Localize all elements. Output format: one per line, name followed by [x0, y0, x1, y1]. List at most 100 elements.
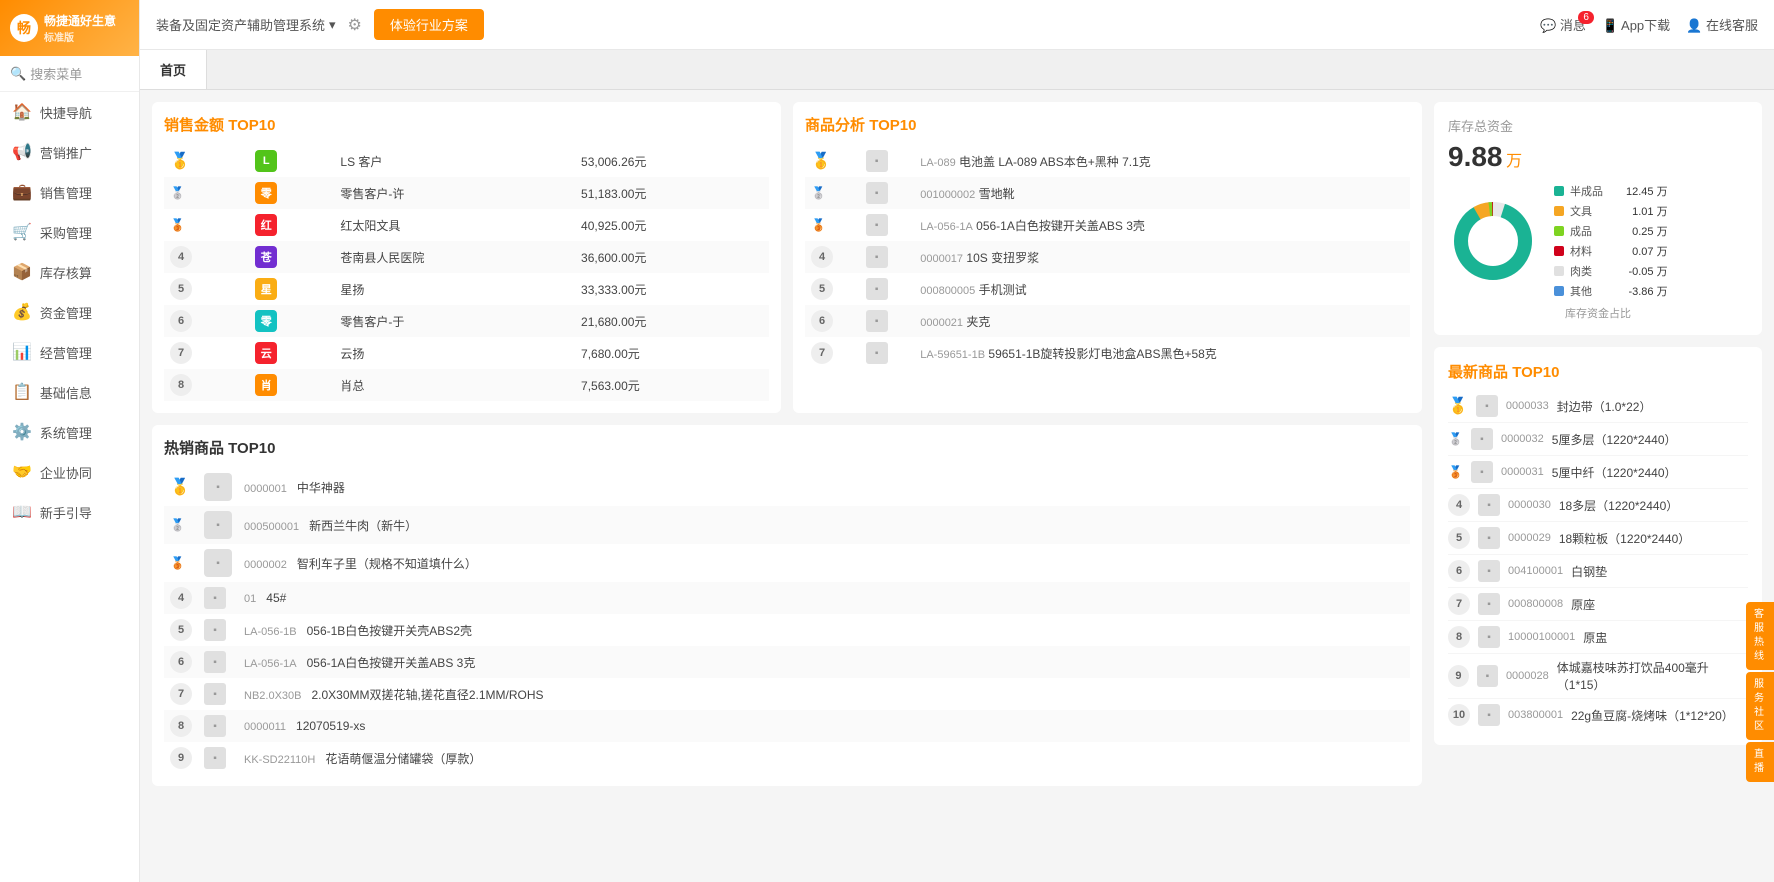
product-code: 0000033	[1506, 400, 1549, 412]
legend-value: 12.45 万	[1626, 183, 1668, 199]
customer-service-button[interactable]: 客服热线	[1746, 602, 1774, 670]
sidebar: 畅 畅捷通好生意 标准版 🔍 搜索菜单 🏠 快捷导航 📢 营销推广 💼 销售管理…	[0, 0, 140, 882]
product-thumb: ▪	[1478, 560, 1500, 582]
customer-amount: 7,563.00元	[575, 369, 769, 401]
system-selector[interactable]: 装备及固定资产辅助管理系统 ▾	[156, 15, 336, 34]
customer-amount: 53,006.26元	[575, 145, 769, 177]
product-code: 0000002	[244, 559, 287, 571]
service-community-button[interactable]: 服务社区	[1746, 672, 1774, 740]
rank-badge: 6	[1448, 560, 1470, 582]
product-code: LA-089	[920, 157, 955, 169]
avatar: L	[255, 150, 277, 172]
legend-value: 0.07 万	[1632, 243, 1667, 259]
table-row: 7 ▪ LA-59651-1B 59651-1B旋转投影灯电池盒ABS黑色+58…	[805, 337, 1410, 369]
list-item: 🥉 ▪ 0000031 5厘中纤（1220*2440）	[1448, 456, 1748, 489]
legend-label: 材料	[1570, 243, 1620, 259]
sidebar-search[interactable]: 🔍 搜索菜单	[0, 56, 139, 92]
product-thumb: ▪	[204, 473, 232, 501]
inventory-icon: 📦	[12, 262, 32, 282]
sidebar-item-cooperation[interactable]: 🤝 企业协同	[0, 452, 139, 492]
trial-button[interactable]: 体验行业方案	[374, 9, 484, 40]
product-code: 000800005	[920, 285, 975, 297]
table-row: 5 ▪ LA-056-1B 056-1B白色按键开关壳ABS2壳	[164, 614, 1410, 646]
sidebar-item-operations[interactable]: 📊 经营管理	[0, 332, 139, 372]
product-name: 59651-1B旋转投影灯电池盒ABS黑色+58克	[988, 347, 1216, 361]
marketing-icon: 📢	[12, 142, 32, 162]
product-name: 花语萌偃温分储罐袋（厚款）	[325, 752, 481, 766]
sidebar-item-finance[interactable]: 💰 资金管理	[0, 292, 139, 332]
sales-label: 销售管理	[40, 183, 92, 202]
table-row: 8 ▪ 0000011 12070519-xs	[164, 710, 1410, 742]
customer-name: 零售客户-许	[334, 177, 575, 209]
customer-amount: 21,680.00元	[575, 305, 769, 337]
product-code: LA-056-1B	[244, 626, 297, 638]
finance-label: 资金管理	[40, 303, 92, 322]
legend-dot	[1554, 266, 1564, 276]
product-code: 0000001	[244, 483, 287, 495]
product-thumb: ▪	[1478, 494, 1500, 516]
table-row: 🥉 ▪ 0000002 智利车子里（规格不知道填什么）	[164, 544, 1410, 582]
main-panel: 销售金额 TOP10 🥇 L LS 客户 53,006.26元	[140, 90, 1434, 882]
product-thumb: ▪	[1471, 428, 1493, 450]
sidebar-item-system[interactable]: ⚙️ 系统管理	[0, 412, 139, 452]
product-name: 12070519-xs	[296, 719, 365, 733]
sidebar-item-inventory[interactable]: 📦 库存核算	[0, 252, 139, 292]
finance-icon: 💰	[12, 302, 32, 322]
product-code: 0000030	[1508, 499, 1551, 511]
sidebar-item-base-info[interactable]: 📋 基础信息	[0, 372, 139, 412]
customer-amount: 7,680.00元	[575, 337, 769, 369]
sidebar-item-purchase[interactable]: 🛒 采购管理	[0, 212, 139, 252]
purchase-icon: 🛒	[12, 222, 32, 242]
message-button[interactable]: 💬 消息 6	[1540, 15, 1586, 34]
rank-badge: 7	[1448, 593, 1470, 615]
legend-label: 文具	[1570, 203, 1620, 219]
message-icon: 💬	[1540, 18, 1556, 33]
product-code: 0000011	[244, 721, 286, 733]
product-name: 056-1A白色按键开关盖ABS 3壳	[976, 219, 1145, 233]
product-name: 体城嘉枝味苏打饮品400毫升（1*15）	[1557, 659, 1748, 693]
dropdown-icon: ▾	[329, 17, 336, 33]
legend-dot	[1554, 206, 1564, 216]
product-thumb: ▪	[866, 150, 888, 172]
product-thumb: ▪	[866, 214, 888, 236]
product-thumb: ▪	[866, 310, 888, 332]
table-row: 🥉 ▪ LA-056-1A 056-1A白色按键开关盖ABS 3壳	[805, 209, 1410, 241]
topbar: 装备及固定资产辅助管理系统 ▾ ⚙ 体验行业方案 💬 消息 6 📱 App下载 …	[140, 0, 1774, 50]
product-thumb: ▪	[204, 619, 226, 641]
product-thumb: ▪	[204, 747, 226, 769]
legend-item: 材料 0.07 万	[1554, 243, 1668, 259]
avatar: 星	[255, 278, 277, 300]
table-row: 5 星 星扬 33,333.00元	[164, 273, 769, 305]
product-analysis-card: 商品分析 TOP10 🥇 ▪ LA-089 电池盖 LA-089 ABS本色+黑…	[793, 102, 1422, 413]
float-menu: 客服热线 服务社区 直播	[1746, 602, 1774, 782]
online-service-button[interactable]: 👤 在线客服	[1686, 15, 1758, 34]
customer-name: LS 客户	[334, 145, 575, 177]
hot-products-table: 🥇 ▪ 0000001 中华神器 🥈 ▪ 000500001 新西兰牛肉（新牛）…	[164, 468, 1410, 774]
sidebar-item-shortcuts[interactable]: 🏠 快捷导航	[0, 92, 139, 132]
product-thumb: ▪	[204, 683, 226, 705]
marketing-label: 营销推广	[40, 143, 92, 162]
table-row: 🥈 ▪ 001000002 雪地靴	[805, 177, 1410, 209]
product-code: 0000029	[1508, 532, 1551, 544]
settings-icon[interactable]: ⚙	[348, 15, 362, 35]
legend-value: 1.01 万	[1632, 203, 1667, 219]
tab-home[interactable]: 首页	[140, 50, 207, 89]
avatar: 零	[255, 310, 277, 332]
app-download-button[interactable]: 📱 App下载	[1602, 15, 1670, 34]
sidebar-item-marketing[interactable]: 📢 营销推广	[0, 132, 139, 172]
product-analysis-table: 🥇 ▪ LA-089 电池盖 LA-089 ABS本色+黑种 7.1克 🥈 ▪ …	[805, 145, 1410, 369]
legend-dot	[1554, 186, 1564, 196]
customer-amount: 36,600.00元	[575, 241, 769, 273]
product-thumb: ▪	[1478, 704, 1500, 726]
table-row: 7 ▪ NB2.0X30B 2.0X30MM双搓花轴,搓花直径2.1MM/ROH…	[164, 678, 1410, 710]
sidebar-item-guide[interactable]: 📖 新手引导	[0, 492, 139, 532]
table-row: 5 ▪ 000800005 手机测试	[805, 273, 1410, 305]
guide-label: 新手引导	[40, 503, 92, 522]
legend-dot	[1554, 226, 1564, 236]
rank-badge: 10	[1448, 704, 1470, 726]
live-stream-button[interactable]: 直播	[1746, 742, 1774, 782]
table-row: 🥇 ▪ 0000001 中华神器	[164, 468, 1410, 506]
legend-item: 文具 1.01 万	[1554, 203, 1668, 219]
rank-badge: 8	[1448, 626, 1470, 648]
sidebar-item-sales[interactable]: 💼 销售管理	[0, 172, 139, 212]
